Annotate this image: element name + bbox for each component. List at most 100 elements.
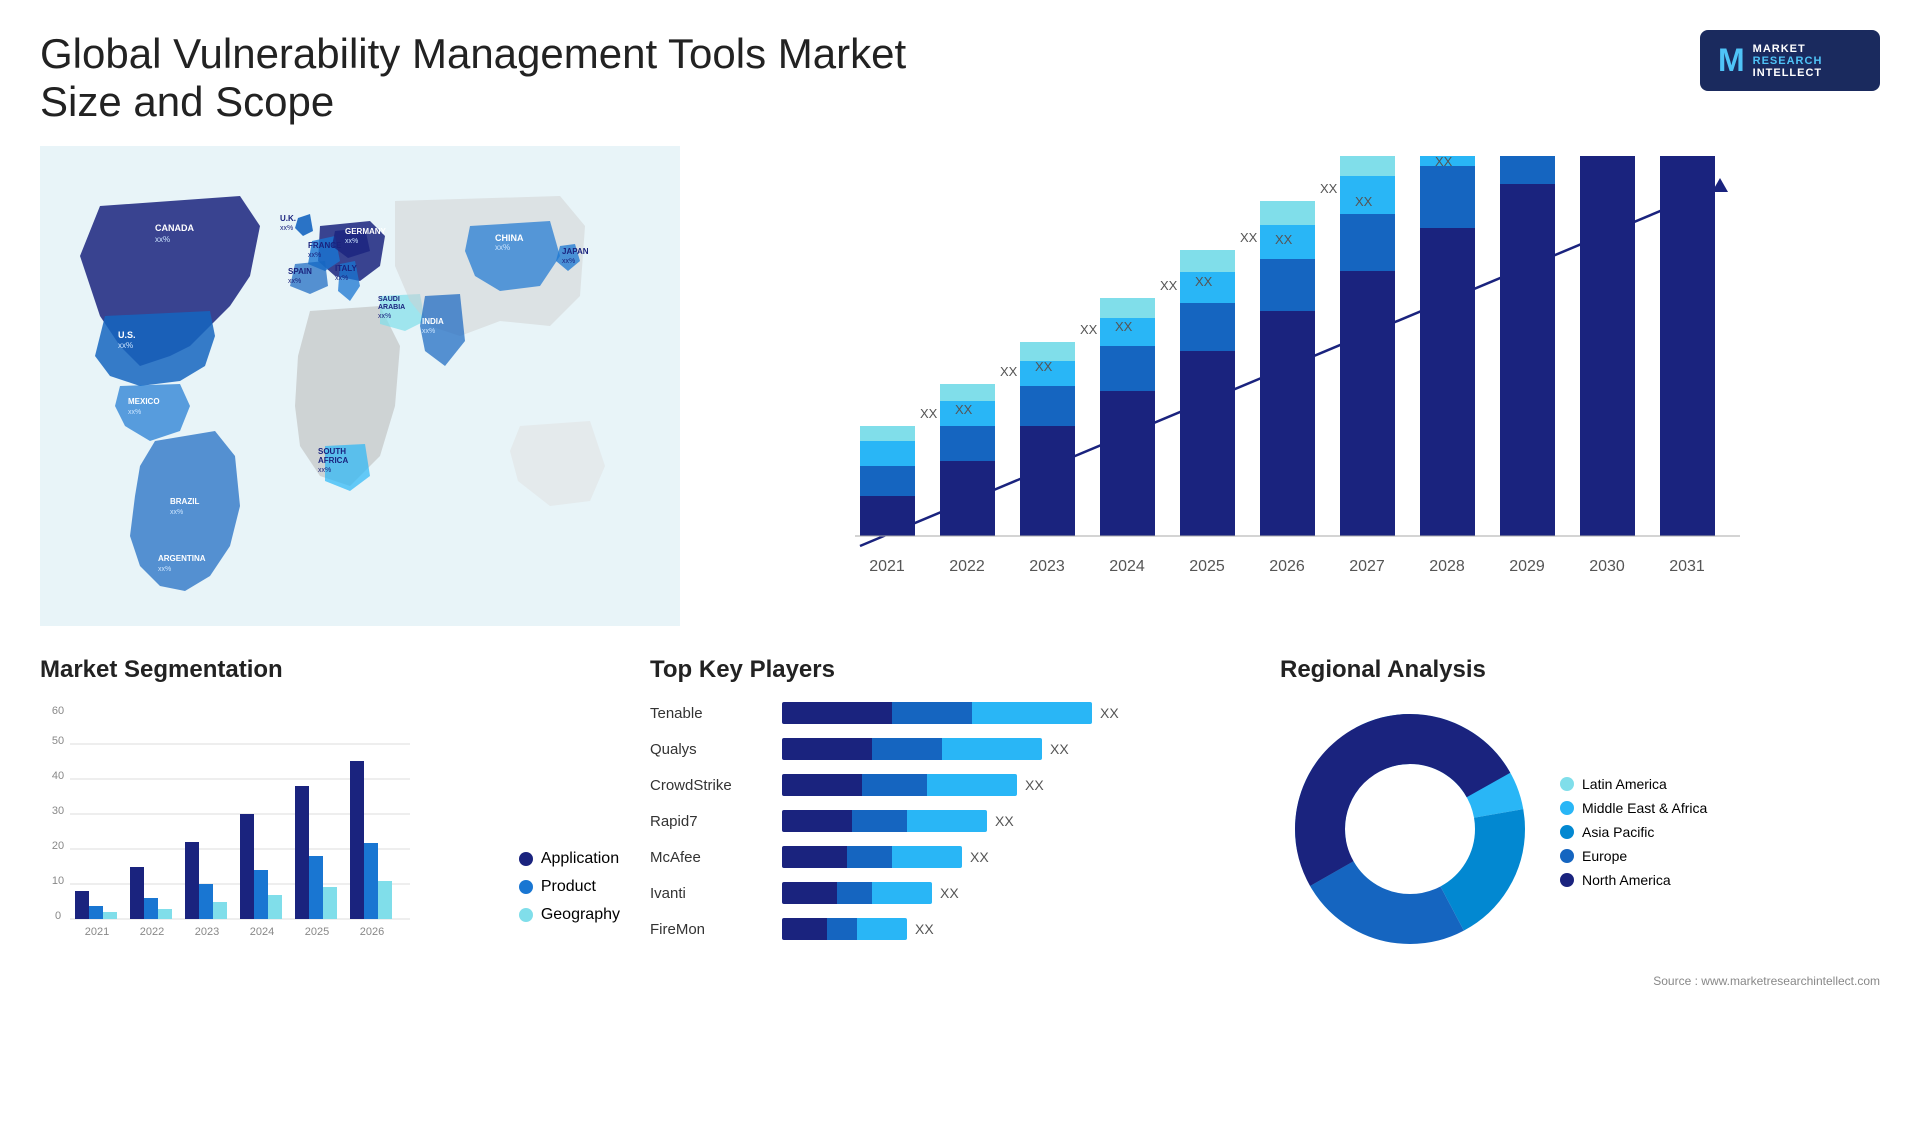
svg-text:2022: 2022 [949, 558, 985, 575]
players-list: Tenable XX Qualys [650, 699, 1250, 943]
legend-item-application: Application [519, 850, 620, 868]
svg-text:CANADA: CANADA [155, 223, 194, 233]
svg-text:2025: 2025 [1189, 558, 1225, 575]
player-xx-crowdstrike: XX [1025, 777, 1044, 793]
page: Global Vulnerability Management Tools Ma… [0, 0, 1920, 1146]
svg-text:INDIA: INDIA [422, 317, 444, 326]
player-bar-mcafee: XX [782, 843, 1250, 871]
svg-text:XX: XX [955, 402, 973, 417]
player-xx-ivanti: XX [940, 885, 959, 901]
regional-dot-europe [1560, 849, 1574, 863]
logo-area: M MARKET RESEARCH INTELLECT [1700, 30, 1880, 91]
list-item: Qualys XX [650, 735, 1250, 763]
svg-text:xx%: xx% [345, 238, 358, 245]
legend-item-geography: Geography [519, 906, 620, 924]
players-title: Top Key Players [650, 656, 1250, 684]
regional-label-mea: Middle East & Africa [1582, 800, 1707, 816]
bottom-grid: Market Segmentation 0 10 20 30 40 50 60 [40, 656, 1880, 988]
donut-chart [1280, 699, 1540, 964]
svg-text:40: 40 [52, 770, 64, 782]
svg-text:20: 20 [52, 840, 64, 852]
regional-label-apac: Asia Pacific [1582, 824, 1654, 840]
legend-label-product: Product [541, 878, 596, 896]
svg-text:xx%: xx% [318, 467, 331, 474]
player-xx-mcafee: XX [970, 849, 989, 865]
svg-text:SAUDI: SAUDI [378, 296, 400, 303]
player-xx-qualys: XX [1050, 741, 1069, 757]
map-section: CANADA xx% U.S. xx% MEXICO xx% BRAZIL xx… [40, 146, 680, 626]
svg-text:GERMANY: GERMANY [345, 227, 387, 236]
svg-text:XX: XX [1355, 194, 1373, 209]
source-text: Source : www.marketresearchintellect.com [1280, 974, 1880, 988]
list-item: FireMon XX [650, 915, 1250, 943]
svg-text:XX: XX [1115, 319, 1133, 334]
svg-text:FRANCE: FRANCE [308, 241, 342, 250]
donut-container: Latin America Middle East & Africa Asia … [1280, 699, 1880, 964]
svg-text:XX: XX [1160, 278, 1178, 293]
legend-dot-geography [519, 908, 533, 922]
regional-dot-apac [1560, 825, 1574, 839]
list-item: CrowdStrike XX [650, 771, 1250, 799]
svg-text:50: 50 [52, 735, 64, 747]
regional-dot-latin [1560, 777, 1574, 791]
regional-label-latin: Latin America [1582, 776, 1667, 792]
list-item: Ivanti XX [650, 879, 1250, 907]
player-bar-firemon: XX [782, 915, 1250, 943]
seg-chart-area: 0 10 20 30 40 50 60 [40, 699, 620, 954]
svg-text:SOUTH: SOUTH [318, 447, 346, 456]
svg-text:2024: 2024 [250, 926, 274, 938]
svg-text:XX: XX [1035, 359, 1053, 374]
svg-text:AFRICA: AFRICA [318, 456, 348, 465]
regional-dot-na [1560, 873, 1574, 887]
svg-text:U.S.: U.S. [118, 330, 136, 340]
svg-text:30: 30 [52, 805, 64, 817]
svg-text:xx%: xx% [280, 225, 293, 232]
svg-text:xx%: xx% [562, 258, 575, 265]
world-map-svg: CANADA xx% U.S. xx% MEXICO xx% BRAZIL xx… [40, 146, 680, 626]
svg-text:2021: 2021 [869, 558, 905, 575]
svg-text:2027: 2027 [1349, 558, 1385, 575]
svg-text:0: 0 [55, 910, 61, 922]
logo-line3: INTELLECT [1753, 67, 1823, 79]
seg-bar-chart: 0 10 20 30 40 50 60 [40, 699, 499, 954]
regional-dot-mea [1560, 801, 1574, 815]
legend-dot-application [519, 852, 533, 866]
bar-chart-svg: 2021 XX 2022 XX [720, 156, 1860, 616]
svg-text:MEXICO: MEXICO [128, 397, 160, 406]
svg-text:xx%: xx% [495, 243, 510, 252]
player-name-firemon: FireMon [650, 921, 770, 938]
regional-section: Regional Analysis [1280, 656, 1880, 988]
bar-chart-container: 2021 XX 2022 XX [720, 156, 1860, 616]
seg-svg: 0 10 20 30 40 50 60 [40, 699, 420, 949]
svg-text:2026: 2026 [1269, 558, 1305, 575]
svg-text:2030: 2030 [1589, 558, 1625, 575]
seg-legend: Application Product Geography [519, 850, 620, 954]
svg-text:2026: 2026 [360, 926, 384, 938]
bar-chart-section: 2021 XX 2022 XX [700, 146, 1880, 626]
map-container: CANADA xx% U.S. xx% MEXICO xx% BRAZIL xx… [40, 146, 680, 626]
regional-legend-item-mea: Middle East & Africa [1560, 800, 1707, 816]
regional-label-na: North America [1582, 872, 1671, 888]
legend-label-application: Application [541, 850, 619, 868]
player-name-mcafee: McAfee [650, 849, 770, 866]
svg-text:XX: XX [1195, 274, 1213, 289]
player-name-rapid7: Rapid7 [650, 813, 770, 830]
svg-text:60: 60 [52, 705, 64, 717]
logo-line2: RESEARCH [1753, 55, 1823, 67]
svg-text:BRAZIL: BRAZIL [170, 497, 199, 506]
svg-text:2024: 2024 [1109, 558, 1145, 575]
list-item: Rapid7 XX [650, 807, 1250, 835]
main-grid: CANADA xx% U.S. xx% MEXICO xx% BRAZIL xx… [40, 146, 1880, 646]
svg-text:XX: XX [1240, 230, 1258, 245]
svg-text:xx%: xx% [422, 328, 435, 335]
player-bar-tenable: XX [782, 699, 1250, 727]
player-name-crowdstrike: CrowdStrike [650, 777, 770, 794]
svg-text:xx%: xx% [170, 509, 183, 516]
regional-label-europe: Europe [1582, 848, 1627, 864]
svg-text:CHINA: CHINA [495, 233, 524, 243]
regional-title: Regional Analysis [1280, 656, 1880, 684]
regional-legend-item-europe: Europe [1560, 848, 1707, 864]
svg-text:2023: 2023 [1029, 558, 1065, 575]
svg-text:xx%: xx% [118, 341, 133, 350]
list-item: Tenable XX [650, 699, 1250, 727]
